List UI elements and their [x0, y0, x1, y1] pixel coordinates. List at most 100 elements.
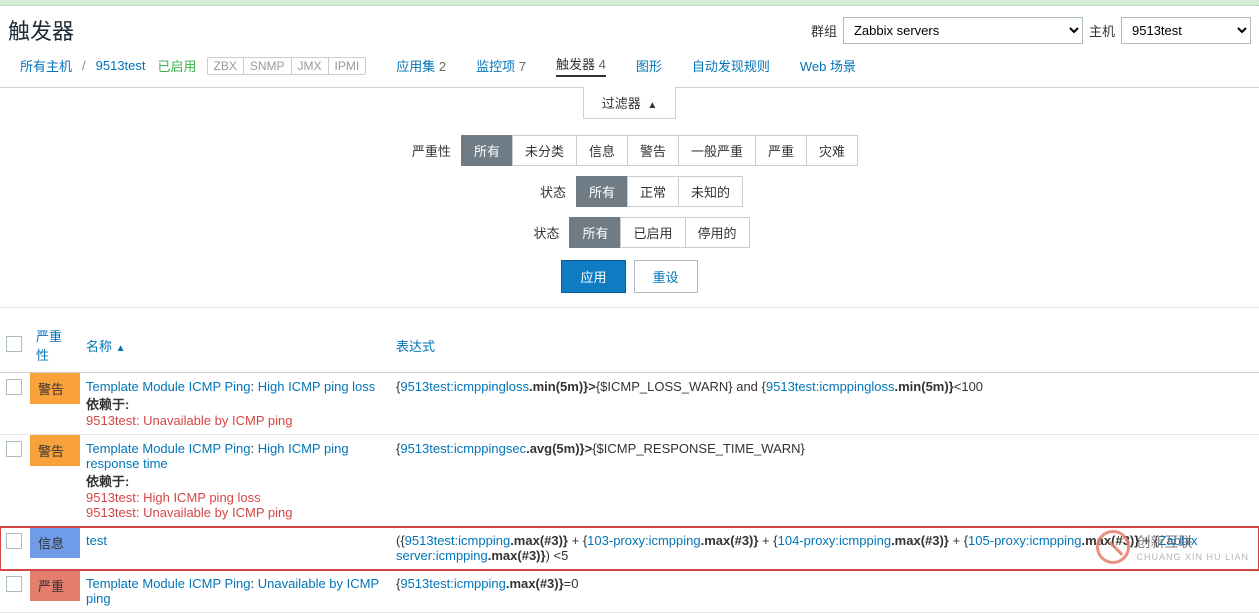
row-checkbox[interactable] [6, 576, 22, 592]
depends-item[interactable]: 9513test: Unavailable by ICMP ping [86, 505, 384, 520]
severity-badge: 警告 [30, 373, 80, 404]
sts-all[interactable]: 所有 [569, 217, 620, 248]
expr-link[interactable]: 105-proxy:icmpping [968, 533, 1081, 548]
row-checkbox[interactable] [6, 441, 22, 457]
expr-text: + { [949, 533, 968, 548]
sev-avg[interactable]: 一般严重 [678, 135, 755, 166]
filter-toggle[interactable]: 过滤器 ▲ [583, 87, 677, 119]
sev-high[interactable]: 严重 [755, 135, 806, 166]
expression-cell: {9513test:icmpping.max(#3)}=0 [390, 570, 1259, 613]
template-link[interactable]: Template Module ICMP Ping [86, 576, 251, 591]
expr-link[interactable]: 9513test:icmppingsec [400, 441, 526, 456]
sev-disaster[interactable]: 灾难 [806, 135, 858, 166]
expr-text: .max(#3)} [506, 576, 564, 591]
expr-text: + { [758, 533, 777, 548]
expr-text: .max(#3)} [488, 548, 546, 563]
expr-text: .max(#3)} [701, 533, 759, 548]
group-label: 群组 [811, 21, 837, 40]
template-link[interactable]: Template Module ICMP Ping [86, 379, 251, 394]
expression-cell: {9513test:icmppingsec.avg(5m)}>{$ICMP_RE… [390, 435, 1259, 527]
table-row: 警告Template Module ICMP Ping: High ICMP p… [0, 373, 1259, 435]
crumb-all-hosts[interactable]: 所有主机 [20, 56, 72, 75]
filter-body: 严重性 所有 未分类 信息 警告 一般严重 严重 灾难 状态 所有 正常 未知的… [0, 119, 1259, 318]
name-cell: Template Module ICMP Ping: High ICMP pin… [80, 373, 390, 435]
nav-web[interactable]: Web 场景 [800, 56, 856, 75]
st-normal[interactable]: 正常 [627, 176, 678, 207]
nav-discovery[interactable]: 自动发现规则 [692, 56, 770, 75]
st-all[interactable]: 所有 [576, 176, 627, 207]
row-checkbox[interactable] [6, 533, 22, 549]
col-name[interactable]: 名称 ▲ [80, 318, 390, 373]
expr-text: .avg(5m)}> [526, 441, 592, 456]
trigger-link[interactable]: test [86, 533, 107, 548]
group-select[interactable]: Zabbix servers [843, 17, 1083, 44]
trigger-link[interactable]: High ICMP ping loss [258, 379, 376, 394]
expr-link[interactable]: 9513test:icmpping [405, 533, 511, 548]
sev-all[interactable]: 所有 [461, 135, 512, 166]
filter-tab-wrap: 过滤器 ▲ [0, 87, 1259, 119]
expr-link[interactable]: 9513test:icmpping [400, 576, 506, 591]
filter-severity-label: 严重性 [401, 141, 451, 160]
expr-link[interactable]: 104-proxy:icmpping [778, 533, 891, 548]
tag-zbx: ZBX [208, 58, 244, 74]
nav-graphs[interactable]: 图形 [636, 56, 662, 75]
expr-link[interactable]: 103-proxy:icmpping [587, 533, 700, 548]
filter-status-row: 状态 所有 已启用 停用的 [0, 217, 1259, 248]
header-controls: 群组 Zabbix servers 主机 9513test [811, 17, 1251, 44]
row-checkbox[interactable] [6, 379, 22, 395]
watermark-text: 创新互联 [1136, 532, 1249, 552]
template-link[interactable]: Template Module ICMP Ping [86, 441, 251, 456]
col-expression[interactable]: 表达式 [390, 318, 1259, 373]
watermark-logo-icon [1096, 530, 1130, 564]
reset-button[interactable]: 重设 [634, 260, 698, 293]
expr-text: ({ [396, 533, 405, 548]
name-cell: Template Module ICMP Ping: High ICMP pin… [80, 435, 390, 527]
sts-enabled[interactable]: 已启用 [620, 217, 684, 248]
filter-state-group: 所有 正常 未知的 [576, 176, 743, 207]
sev-info[interactable]: 信息 [576, 135, 627, 166]
page-title: 触发器 [8, 14, 811, 46]
severity-badge: 严重 [30, 570, 80, 601]
check-all[interactable] [6, 336, 22, 352]
expr-text: .min(5m)}> [529, 379, 596, 394]
filter-severity-group: 所有 未分类 信息 警告 一般严重 严重 灾难 [461, 135, 858, 166]
nav-apps[interactable]: 应用集 2 [396, 56, 446, 75]
crumb-host[interactable]: 9513test [96, 58, 146, 73]
watermark: 创新互联 CHUANG XIN HU LIAN [1096, 530, 1249, 564]
depends-item[interactable]: 9513test: Unavailable by ICMP ping [86, 413, 384, 428]
filter-state-label: 状态 [516, 182, 566, 201]
col-severity[interactable]: 严重性 [30, 318, 80, 373]
expr-link[interactable]: 9513test:icmppingloss [766, 379, 895, 394]
st-unknown[interactable]: 未知的 [678, 176, 743, 207]
expr-text: {$ICMP_RESPONSE_TIME_WARN} [592, 441, 805, 456]
watermark-sub: CHUANG XIN HU LIAN [1136, 552, 1249, 562]
proto-tags: ZBX SNMP JMX IPMI [207, 57, 367, 75]
filter-status-label: 状态 [509, 223, 559, 242]
header: 触发器 群组 Zabbix servers 主机 9513test [0, 6, 1259, 50]
severity-badge: 信息 [30, 527, 80, 558]
sts-disabled[interactable]: 停用的 [685, 217, 750, 248]
depends-item[interactable]: 9513test: High ICMP ping loss [86, 490, 384, 505]
host-select[interactable]: 9513test [1121, 17, 1251, 44]
depends-label: 依赖于: [86, 394, 384, 413]
nav-triggers[interactable]: 触发器 4 [556, 54, 606, 77]
expr-text: <100 [954, 379, 983, 394]
triggers-table: 严重性 名称 ▲ 表达式 警告Template Module ICMP Ping… [0, 318, 1259, 613]
table-row: 信息test({9513test:icmpping.max(#3)} + {10… [0, 527, 1259, 570]
crumb-sep: / [82, 58, 86, 73]
name-cell: test [80, 527, 390, 570]
depends-label: 依赖于: [86, 471, 384, 490]
filter-state-row: 状态 所有 正常 未知的 [0, 176, 1259, 207]
expression-cell: {9513test:icmppingloss.min(5m)}>{$ICMP_L… [390, 373, 1259, 435]
sev-notclass[interactable]: 未分类 [512, 135, 576, 166]
expr-text: + { [568, 533, 587, 548]
expr-link[interactable]: 9513test:icmppingloss [400, 379, 529, 394]
apply-button[interactable]: 应用 [561, 260, 625, 293]
name-cell: Template Module ICMP Ping: Unavailable b… [80, 570, 390, 613]
chevron-up-icon: ▲ [647, 100, 657, 111]
nav-items[interactable]: 监控项 7 [476, 56, 526, 75]
sev-warn[interactable]: 警告 [627, 135, 678, 166]
expr-text: .max(#3)} [510, 533, 568, 548]
tag-jmx: JMX [292, 58, 329, 74]
tag-ipmi: IPMI [329, 58, 366, 74]
